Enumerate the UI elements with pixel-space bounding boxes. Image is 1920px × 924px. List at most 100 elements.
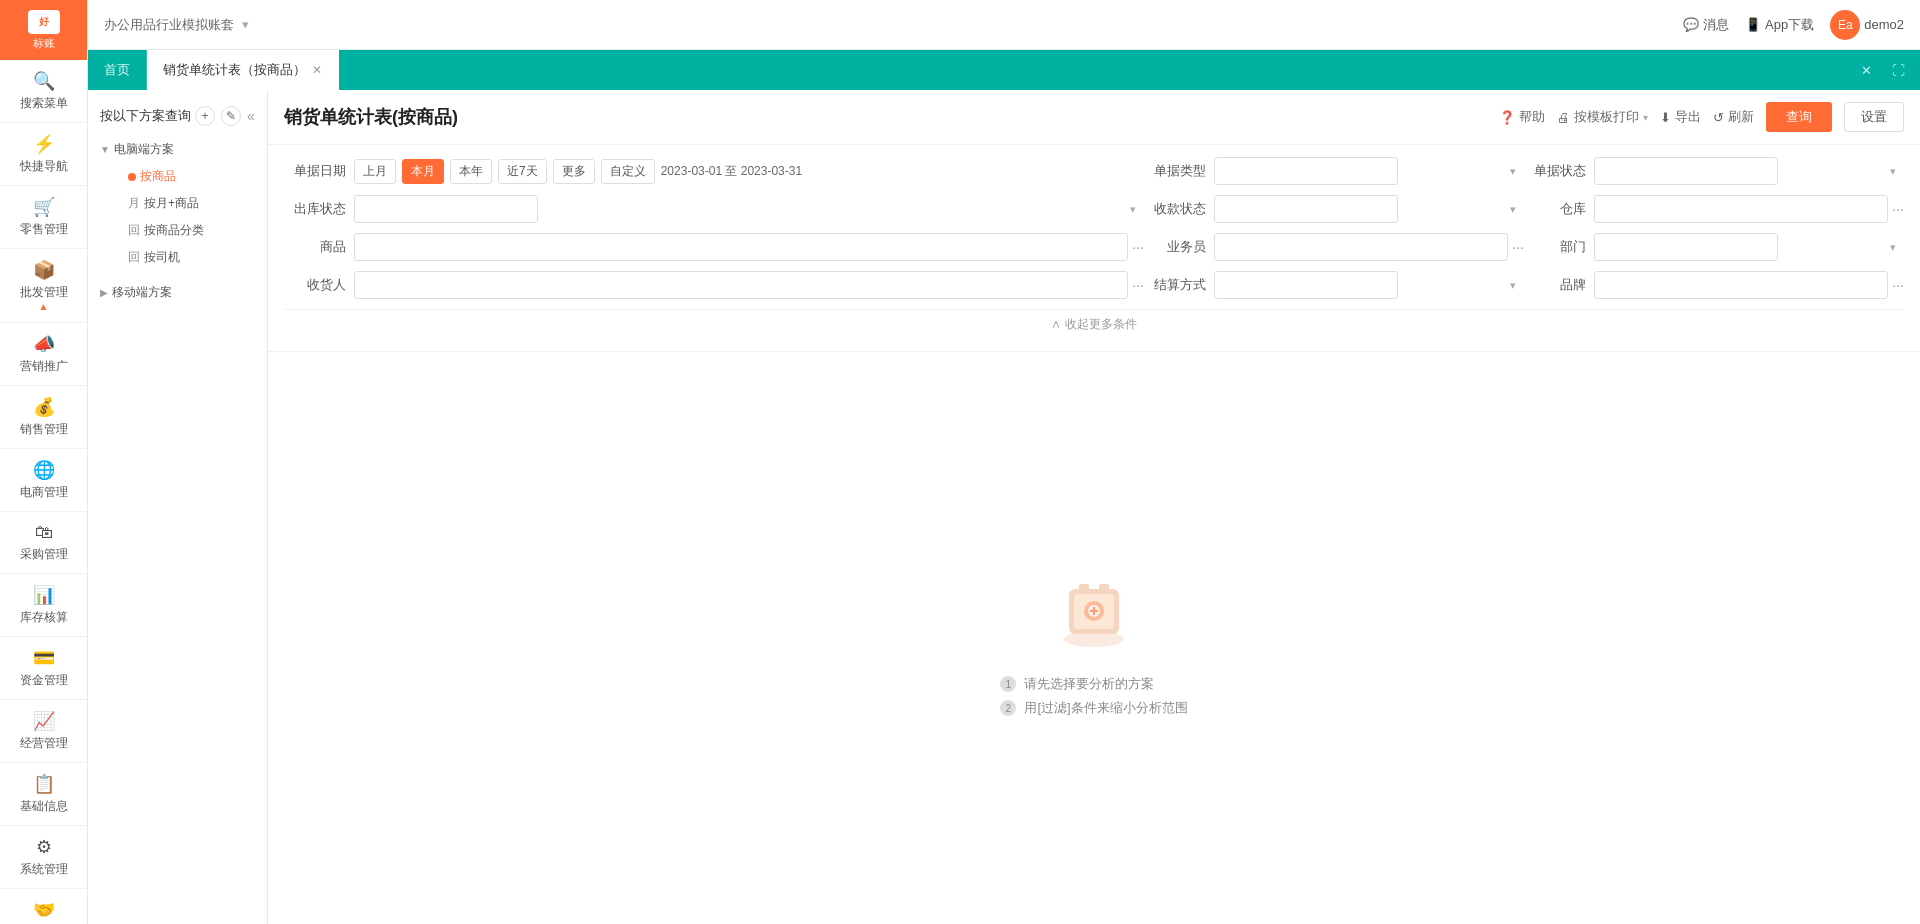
settlement-input[interactable]	[1214, 271, 1398, 299]
collapse-more-btn[interactable]: ∧ 收起更多条件	[284, 309, 1904, 339]
doc-type-input[interactable]: 销货单	[1214, 157, 1398, 185]
sidebar-item-basic[interactable]: 📋 基础信息	[0, 763, 87, 826]
ecommerce-icon: 🌐	[33, 459, 55, 481]
tab-home[interactable]: 首页	[88, 50, 147, 90]
brand-dots[interactable]: ···	[1892, 277, 1904, 293]
tip-text-1: 请先选择要分析的方案	[1024, 675, 1154, 693]
sidebar-item-finance[interactable]: 💳 资金管理	[0, 637, 87, 700]
tree-expand-icon: ▼	[100, 144, 110, 155]
settings-button[interactable]: 设置	[1844, 102, 1904, 132]
receiver-dots[interactable]: ···	[1132, 277, 1144, 293]
export-btn[interactable]: ⬇ 导出	[1660, 108, 1701, 126]
tree-item-label: 按商品分类	[144, 222, 204, 239]
export-label: 导出	[1675, 108, 1701, 126]
product-input[interactable]	[354, 233, 1128, 261]
tree-mobile-label: 移动端方案	[112, 284, 172, 301]
receipt-input[interactable]	[1214, 195, 1398, 223]
breadcrumb[interactable]: 办公用品行业模拟账套	[104, 16, 234, 34]
tree-pc-header[interactable]: ▼ 电脑端方案	[88, 136, 267, 163]
settlement-col: 结算方式	[1144, 271, 1524, 299]
retail-icon: 🛒	[33, 196, 55, 218]
warehouse2-input[interactable]	[1594, 195, 1888, 223]
selected-dot	[128, 173, 136, 181]
warehouse2-dots[interactable]: ···	[1892, 201, 1904, 217]
receiver-label: 收货人	[284, 276, 354, 294]
sidebar-item-system[interactable]: ⚙ 系统管理	[0, 826, 87, 889]
print-btn[interactable]: 🖨 按模板打印 ▾	[1557, 108, 1648, 126]
tree-item-by-month-product[interactable]: 月 按月+商品	[108, 190, 267, 217]
refresh-btn[interactable]: ↺ 刷新	[1713, 108, 1754, 126]
sidebar-item-ecommerce[interactable]: 🌐 电商管理	[0, 449, 87, 512]
warehouse-input[interactable]: 已出库	[354, 195, 538, 223]
quick-nav-icon: ⚡	[33, 133, 55, 155]
sidebar-item-operation[interactable]: 📈 经营管理	[0, 700, 87, 763]
date-range-display: 2023-03-01 至 2023-03-31	[661, 163, 802, 180]
month-icon: 月	[128, 195, 140, 212]
product-dots[interactable]: ···	[1132, 239, 1144, 255]
sidebar-item-marketing[interactable]: 📣 营销推广	[0, 323, 87, 386]
product-col: ···	[354, 233, 1144, 261]
tab-expand-btn[interactable]: ⛶	[1884, 56, 1912, 84]
svg-rect-8	[1099, 584, 1109, 592]
date-last7-btn[interactable]: 近7天	[498, 159, 547, 184]
sidebar-item-search[interactable]: 🔍 搜索菜单	[0, 60, 87, 123]
department-input[interactable]	[1594, 233, 1778, 261]
sidebar-item-sales[interactable]: 💰 销售管理	[0, 386, 87, 449]
receiver-input[interactable]	[354, 271, 1128, 299]
add-scheme-btn[interactable]: +	[195, 106, 215, 126]
empty-tip-2: 2 用[过滤]条件来缩小分析范围	[1000, 699, 1187, 717]
date-more-btn[interactable]: 更多	[553, 159, 595, 184]
date-custom-btn[interactable]: 自定义	[601, 159, 655, 184]
receiver-col: ···	[354, 271, 1144, 299]
app-download-btn[interactable]: 📱 App下载	[1745, 16, 1814, 34]
help-btn[interactable]: ❓ 帮助	[1499, 108, 1545, 126]
sidebar-item-inventory[interactable]: 📊 库存核算	[0, 574, 87, 637]
tab-close-icon[interactable]: ✕	[312, 63, 322, 77]
message-btn[interactable]: 💬 消息	[1683, 16, 1729, 34]
salesman-input[interactable]	[1214, 233, 1508, 261]
tree-item-label: 按商品	[140, 168, 176, 185]
query-button[interactable]: 查询	[1766, 102, 1832, 132]
brand-input[interactable]	[1594, 271, 1888, 299]
edit-scheme-btn[interactable]: ✎	[221, 106, 241, 126]
department-select-wrap	[1594, 233, 1904, 261]
left-panel: 按以下方案查询 + ✎ « ▼ 电脑端方案 按商品	[88, 90, 268, 924]
print-arrow-icon: ▾	[1643, 112, 1648, 123]
system-icon: ⚙	[36, 836, 52, 858]
avatar: Ea	[1830, 10, 1860, 40]
sidebar-item-label: 批发管理	[20, 284, 68, 301]
tab-close-btn[interactable]: ✕	[1852, 56, 1880, 84]
date-this-year-btn[interactable]: 本年	[450, 159, 492, 184]
empty-state: 1 请先选择要分析的方案 2 用[过滤]条件来缩小分析范围	[268, 352, 1920, 924]
collapse-panel-btn[interactable]: «	[247, 108, 255, 124]
sidebar-item-purchase[interactable]: 🛍 采购管理	[0, 512, 87, 574]
left-panel-title-text: 按以下方案查询	[100, 107, 191, 125]
sidebar-item-retail[interactable]: 🛒 零售管理	[0, 186, 87, 249]
salesman-dots[interactable]: ···	[1512, 239, 1524, 255]
sidebar-item-label: 库存核算	[20, 609, 68, 626]
sidebar-item-label: 零售管理	[20, 221, 68, 238]
download-icon: 📱	[1745, 17, 1761, 32]
tree-item-by-product[interactable]: 按商品	[108, 163, 267, 190]
date-last-month-btn[interactable]: 上月	[354, 159, 396, 184]
doc-status-input[interactable]: 已生效	[1594, 157, 1778, 185]
sidebar-item-quick-nav[interactable]: ⚡ 快捷导航	[0, 123, 87, 186]
sidebar-item-label: 搜索菜单	[20, 95, 68, 112]
sidebar-item-label: 系统管理	[20, 861, 68, 878]
tip-text-2: 用[过滤]条件来缩小分析范围	[1024, 699, 1187, 717]
tree-pc-children: 按商品 月 按月+商品 回 按商品分类 回 按司机	[88, 163, 267, 271]
warehouse-col: 已出库	[354, 195, 1144, 223]
breadcrumb-arrow-icon[interactable]: ▾	[242, 17, 249, 32]
tree-item-by-category[interactable]: 回 按商品分类	[108, 217, 267, 244]
department-label: 部门	[1524, 238, 1594, 256]
filter-row-warehouse: 出库状态 已出库 收款状态 仓库	[284, 195, 1904, 223]
tree-item-by-cashier[interactable]: 回 按司机	[108, 244, 267, 271]
date-this-month-btn[interactable]: 本月	[402, 159, 444, 184]
tab-report[interactable]: 销货单统计表（按商品） ✕	[147, 50, 339, 90]
user-menu[interactable]: Ea demo2	[1830, 10, 1904, 40]
sidebar-item-wholesale[interactable]: 📦 批发管理 ▲	[0, 249, 87, 323]
doc-type-col: 单据类型 销货单	[1144, 157, 1524, 185]
warehouse-label: 出库状态	[284, 200, 354, 218]
sidebar-item-enterprise[interactable]: 🤝 企业协同	[0, 889, 87, 924]
tree-mobile-header[interactable]: ▶ 移动端方案	[88, 279, 267, 306]
